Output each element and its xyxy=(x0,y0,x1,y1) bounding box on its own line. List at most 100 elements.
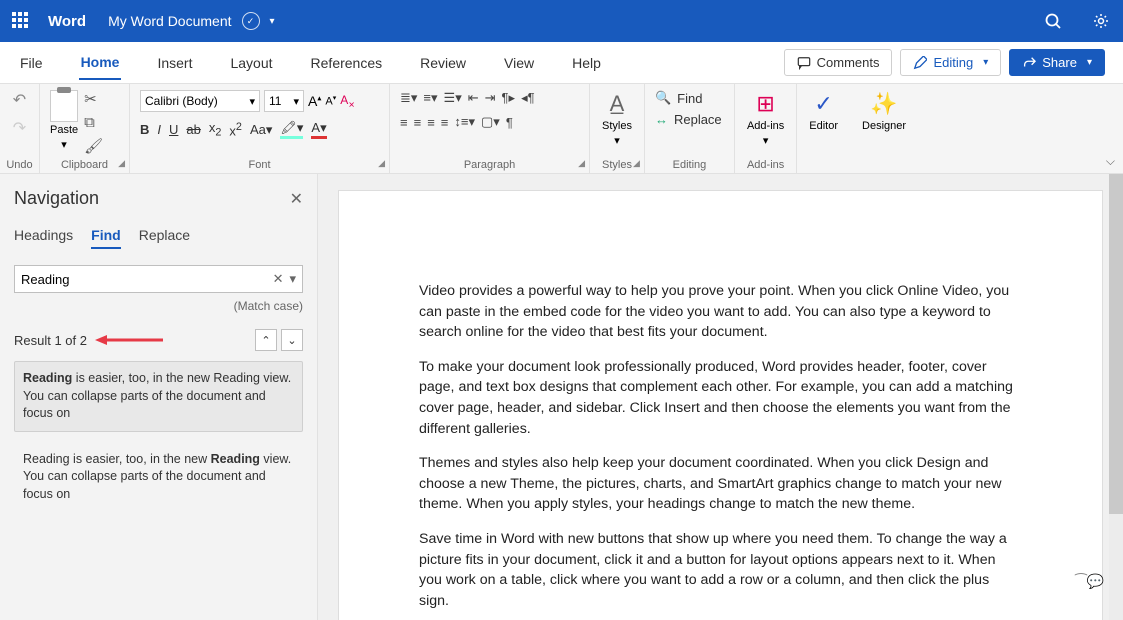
format-painter-icon[interactable]: 🖌 xyxy=(84,137,103,155)
paragraph[interactable]: Save time in Word with new buttons that … xyxy=(419,529,1022,611)
document-page[interactable]: Video provides a powerful way to help yo… xyxy=(338,190,1103,620)
chevron-down-icon[interactable]: ▾ xyxy=(763,134,769,147)
italic-icon[interactable]: I xyxy=(157,122,161,137)
align-center-icon[interactable]: ≡ xyxy=(414,115,422,130)
tab-insert[interactable]: Insert xyxy=(155,47,194,79)
search-result-item[interactable]: Reading is easier, too, in the new Readi… xyxy=(14,442,303,513)
increase-indent-icon[interactable]: ⇥ xyxy=(485,90,496,106)
scroll-thumb[interactable] xyxy=(1109,174,1123,514)
tab-view[interactable]: View xyxy=(502,47,536,79)
prev-result-button[interactable]: ⌃ xyxy=(255,329,277,351)
search-result-item[interactable]: Reading is easier, too, in the new Readi… xyxy=(14,361,303,432)
navigation-pane: Navigation ✕ Headings Find Replace ✕ ▾ (… xyxy=(0,174,318,620)
change-case-icon[interactable]: Aa▾ xyxy=(250,122,272,138)
editor-icon[interactable]: ✓ xyxy=(814,90,832,118)
comment-margin-icon[interactable]: ⁀💬 xyxy=(1075,571,1104,591)
tab-references[interactable]: References xyxy=(309,47,385,79)
chevron-down-icon[interactable]: ▾ xyxy=(270,16,275,27)
tab-review[interactable]: Review xyxy=(418,47,468,79)
find-button[interactable]: 🔍Find xyxy=(655,90,724,106)
shrink-font-icon[interactable]: A▾ xyxy=(325,94,336,108)
chevron-down-icon[interactable]: ▾ xyxy=(61,138,67,151)
tab-home[interactable]: Home xyxy=(79,46,122,80)
comments-button[interactable]: Comments xyxy=(784,49,893,76)
addins-label: Add-ins xyxy=(735,159,796,171)
justify-icon[interactable]: ≡ xyxy=(441,115,449,130)
share-label: Share xyxy=(1042,55,1077,70)
paragraph[interactable]: Themes and styles also help keep your do… xyxy=(419,453,1022,515)
editing-mode-button[interactable]: Editing▾ xyxy=(900,49,1001,76)
find-input-container: ✕ ▾ xyxy=(14,265,303,293)
numbering-icon[interactable]: ≡▾ xyxy=(423,90,437,106)
dialog-launcher-icon[interactable]: ◢ xyxy=(118,158,125,169)
rtl-icon[interactable]: ◂¶ xyxy=(521,90,535,106)
align-left-icon[interactable]: ≡ xyxy=(400,115,408,130)
ltr-icon[interactable]: ¶▸ xyxy=(502,90,516,106)
ribbon: ↶ ↷ Undo Paste ▾ ✂ ⧉ 🖌 Clipboard ◢ Calib… xyxy=(0,84,1123,174)
comments-label: Comments xyxy=(817,55,880,70)
strikethrough-icon[interactable]: ab xyxy=(186,122,200,137)
clear-icon[interactable]: ✕ xyxy=(273,271,284,287)
chevron-down-icon[interactable]: ▾ xyxy=(614,134,620,147)
undo-icon[interactable]: ↶ xyxy=(13,90,26,110)
font-size-select[interactable]: 11▾ xyxy=(264,90,304,112)
bullets-icon[interactable]: ≣▾ xyxy=(400,90,417,106)
dialog-launcher-icon[interactable]: ◢ xyxy=(378,158,385,169)
document-title[interactable]: My Word Document xyxy=(108,13,231,29)
grow-font-icon[interactable]: A▴ xyxy=(308,93,321,109)
font-family-select[interactable]: Calibri (Body)▾ xyxy=(140,90,260,112)
app-launcher-icon[interactable] xyxy=(12,12,30,30)
addins-icon[interactable]: ⊞ xyxy=(756,90,774,118)
underline-icon[interactable]: U xyxy=(169,122,178,137)
superscript-icon[interactable]: x2 xyxy=(229,121,242,138)
show-marks-icon[interactable]: ¶ xyxy=(506,115,513,130)
settings-icon[interactable] xyxy=(1091,11,1111,31)
tab-layout[interactable]: Layout xyxy=(228,47,274,79)
cut-icon[interactable]: ✂ xyxy=(84,90,103,108)
multilevel-list-icon[interactable]: ☰▾ xyxy=(444,90,462,106)
dialog-launcher-icon[interactable]: ◢ xyxy=(578,158,585,169)
clipboard-label: Clipboard xyxy=(40,159,129,171)
addins-button[interactable]: Add-ins xyxy=(747,120,784,132)
styles-group: A̲ Styles ▾ Styles ◢ xyxy=(590,84,645,173)
share-button[interactable]: Share▾ xyxy=(1009,49,1105,76)
match-case-label: (Match case) xyxy=(14,299,303,313)
subscript-icon[interactable]: x2 xyxy=(209,120,222,139)
nav-tab-replace[interactable]: Replace xyxy=(139,227,190,249)
paragraph[interactable]: Video provides a powerful way to help yo… xyxy=(419,281,1022,343)
nav-tab-find[interactable]: Find xyxy=(91,227,121,249)
search-icon[interactable] xyxy=(1043,11,1063,31)
shading-icon[interactable]: ▢▾ xyxy=(481,114,500,130)
font-color-icon[interactable]: A▾ xyxy=(311,120,326,139)
editor-button[interactable]: Editor xyxy=(809,120,838,132)
designer-button[interactable]: Designer xyxy=(862,120,906,132)
align-right-icon[interactable]: ≡ xyxy=(427,115,435,130)
clear-formatting-icon[interactable]: A✕ xyxy=(340,93,355,109)
replace-button[interactable]: ↔Replace xyxy=(655,112,724,127)
next-result-button[interactable]: ⌄ xyxy=(281,329,303,351)
bold-icon[interactable]: B xyxy=(140,122,149,137)
document-area[interactable]: Video provides a powerful way to help yo… xyxy=(318,174,1123,620)
scrollbar[interactable] xyxy=(1109,174,1123,620)
highlight-color-icon[interactable]: 🖍▾ xyxy=(280,120,303,139)
dialog-launcher-icon[interactable]: ◢ xyxy=(633,158,640,169)
styles-icon[interactable]: A̲ xyxy=(610,90,625,118)
styles-button[interactable]: Styles xyxy=(602,120,632,132)
collapse-ribbon-icon[interactable]: ⌵ xyxy=(1106,154,1115,169)
copy-icon[interactable]: ⧉ xyxy=(84,114,103,131)
find-input[interactable] xyxy=(21,272,267,287)
line-spacing-icon[interactable]: ↕≡▾ xyxy=(454,114,475,130)
result-count: Result 1 of 2 xyxy=(14,333,87,348)
paste-label[interactable]: Paste xyxy=(50,124,78,136)
decrease-indent-icon[interactable]: ⇤ xyxy=(468,90,479,106)
tab-help[interactable]: Help xyxy=(570,47,603,79)
paragraph[interactable]: To make your document look professionall… xyxy=(419,357,1022,439)
paste-icon[interactable] xyxy=(50,90,78,122)
nav-tab-headings[interactable]: Headings xyxy=(14,227,73,249)
search-options-icon[interactable]: ▾ xyxy=(289,271,296,287)
redo-icon[interactable]: ↷ xyxy=(13,118,26,138)
tab-file[interactable]: File xyxy=(18,47,45,79)
saved-icon[interactable]: ✓ xyxy=(242,12,260,30)
close-icon[interactable]: ✕ xyxy=(290,189,303,209)
designer-icon[interactable]: ✨ xyxy=(870,90,897,118)
